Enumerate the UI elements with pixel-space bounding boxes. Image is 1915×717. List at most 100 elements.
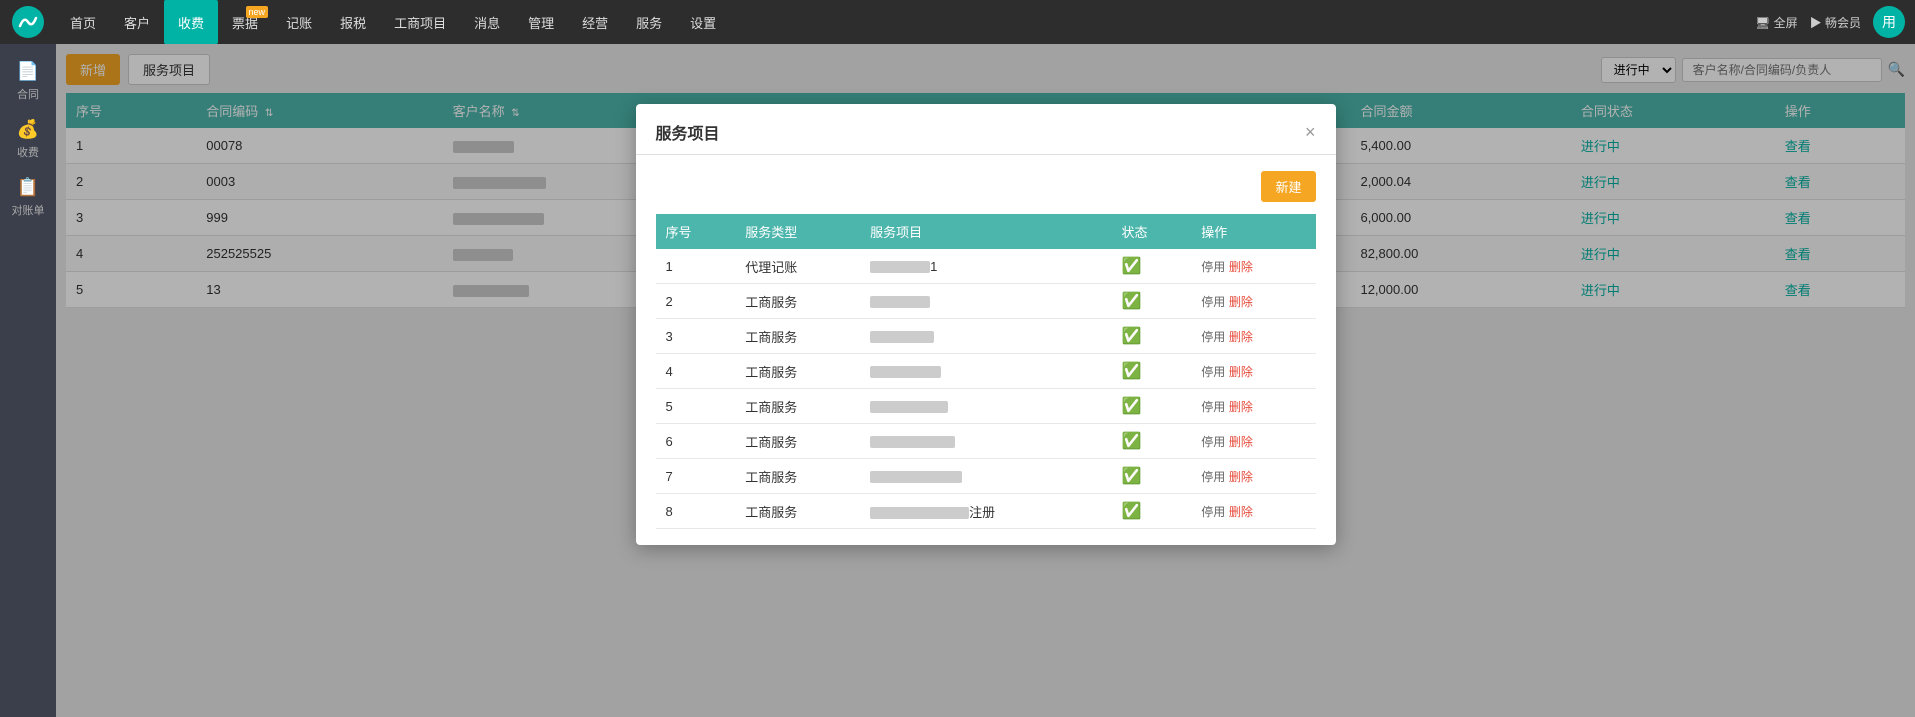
- modal-close-button[interactable]: ×: [1305, 122, 1316, 143]
- nav-invoice[interactable]: 票据 new: [218, 0, 272, 44]
- status-check-icon: ✅: [1121, 503, 1141, 520]
- modal-cell-action: 停用 删除: [1191, 319, 1315, 354]
- app-logo: [10, 4, 46, 40]
- modal-cell-status: ✅: [1111, 249, 1191, 284]
- modal-cell-status: ✅: [1111, 354, 1191, 389]
- statement-icon: 📋: [17, 177, 39, 198]
- modal-col-status: 状态: [1111, 214, 1191, 249]
- modal-cell-action: 停用 删除: [1191, 389, 1315, 424]
- delete-button[interactable]: 删除: [1229, 258, 1253, 275]
- avatar[interactable]: 用: [1873, 6, 1905, 38]
- modal-title: 服务项目: [656, 120, 720, 144]
- modal-col-action: 操作: [1191, 214, 1315, 249]
- modal-overlay: 服务项目 × 新建 序号 服务类型 服务项目: [56, 44, 1915, 717]
- modal-cell-item: 注册: [860, 494, 1111, 529]
- stop-button[interactable]: 停用: [1201, 363, 1225, 380]
- main-content: 新增 服务项目 进行中 🔍 序号 合同编码 ⇅ 客户名称 ⇅: [56, 44, 1915, 717]
- modal-cell-item: [860, 284, 1111, 319]
- sidebar: 📄 合同 💰 收费 📋 对账单: [0, 44, 56, 717]
- nav-manage[interactable]: 管理: [514, 0, 568, 44]
- nav-business[interactable]: 工商项目: [380, 0, 460, 44]
- modal-cell-seq: 7: [656, 459, 736, 494]
- app-body: 📄 合同 💰 收费 📋 对账单 新增 服务项目 进行中 🔍: [0, 44, 1915, 717]
- stop-button[interactable]: 停用: [1201, 258, 1225, 275]
- modal-cell-type: 工商服务: [735, 284, 860, 319]
- charge-icon: 💰: [17, 119, 39, 140]
- top-nav: 首页 客户 收费 票据 new 记账 报税 工商项目 消息 管理 经营 服务 设…: [0, 0, 1915, 44]
- modal-cell-seq: 1: [656, 249, 736, 284]
- nav-customer[interactable]: 客户: [110, 0, 164, 44]
- modal-cell-seq: 4: [656, 354, 736, 389]
- modal-header: 服务项目 ×: [636, 104, 1336, 155]
- delete-button[interactable]: 删除: [1229, 503, 1253, 520]
- sidebar-item-statement[interactable]: 📋 对账单: [3, 170, 53, 224]
- modal-cell-type: 工商服务: [735, 424, 860, 459]
- modal-cell-status: ✅: [1111, 319, 1191, 354]
- list-item: 5工商服务 ✅ 停用 删除: [656, 389, 1316, 424]
- delete-button[interactable]: 删除: [1229, 398, 1253, 415]
- delete-button[interactable]: 删除: [1229, 328, 1253, 345]
- modal-cell-type: 工商服务: [735, 319, 860, 354]
- modal-cell-status: ✅: [1111, 459, 1191, 494]
- nav-settings[interactable]: 设置: [676, 0, 730, 44]
- modal-body: 新建 序号 服务类型 服务项目 状态 操作: [636, 155, 1336, 545]
- nav-operation[interactable]: 经营: [568, 0, 622, 44]
- sidebar-item-contract[interactable]: 📄 合同: [3, 54, 53, 108]
- status-check-icon: ✅: [1121, 398, 1141, 415]
- delete-button[interactable]: 删除: [1229, 293, 1253, 310]
- stop-button[interactable]: 停用: [1201, 293, 1225, 310]
- modal-col-seq: 序号: [656, 214, 736, 249]
- modal-cell-type: 工商服务: [735, 459, 860, 494]
- nav-message[interactable]: 消息: [460, 0, 514, 44]
- status-check-icon: ✅: [1121, 293, 1141, 310]
- modal-cell-type: 工商服务: [735, 389, 860, 424]
- modal-cell-seq: 8: [656, 494, 736, 529]
- sidebar-label-charge: 收费: [17, 144, 39, 160]
- list-item: 7工商服务 ✅ 停用 删除: [656, 459, 1316, 494]
- modal-new-button[interactable]: 新建: [1261, 171, 1315, 202]
- status-check-icon: ✅: [1121, 468, 1141, 485]
- stop-button[interactable]: 停用: [1201, 328, 1225, 345]
- modal-table-wrapper: 序号 服务类型 服务项目 状态 操作 1代理记账1✅停用 删除2工商服务✅停用 …: [656, 214, 1316, 529]
- stop-button[interactable]: 停用: [1201, 468, 1225, 485]
- nav-bookkeeping[interactable]: 记账: [272, 0, 326, 44]
- modal-cell-action: 停用 删除: [1191, 494, 1315, 529]
- modal-cell-seq: 2: [656, 284, 736, 319]
- modal-cell-type: 代理记账: [735, 249, 860, 284]
- nav-home[interactable]: 首页: [56, 0, 110, 44]
- modal-cell-seq: 5: [656, 389, 736, 424]
- stop-button[interactable]: 停用: [1201, 398, 1225, 415]
- modal-cell-type: 工商服务: [735, 354, 860, 389]
- modal-cell-status: ✅: [1111, 494, 1191, 529]
- top-nav-right: 🖥 全屏 ▶ 畅会员 用: [1755, 6, 1905, 38]
- nav-charge[interactable]: 收费: [164, 0, 218, 44]
- modal-toolbar: 新建: [656, 171, 1316, 202]
- modal-cell-action: 停用 删除: [1191, 424, 1315, 459]
- status-check-icon: ✅: [1121, 363, 1141, 380]
- modal-col-item: 服务项目: [860, 214, 1111, 249]
- new-badge: new: [246, 6, 269, 18]
- modal-cell-item: [860, 459, 1111, 494]
- modal-cell-item: [860, 389, 1111, 424]
- modal-cell-status: ✅: [1111, 424, 1191, 459]
- member-link[interactable]: ▶ 畅会员: [1810, 14, 1861, 31]
- fullscreen-link[interactable]: 🖥 全屏: [1755, 14, 1798, 31]
- modal-col-type: 服务类型: [735, 214, 860, 249]
- modal-cell-type: 工商服务: [735, 494, 860, 529]
- stop-button[interactable]: 停用: [1201, 433, 1225, 450]
- modal-cell-seq: 6: [656, 424, 736, 459]
- delete-button[interactable]: 删除: [1229, 363, 1253, 380]
- list-item: 4工商服务 ✅ 停用 删除: [656, 354, 1316, 389]
- service-table: 序号 服务类型 服务项目 状态 操作 1代理记账1✅停用 删除2工商服务✅停用 …: [656, 214, 1316, 529]
- status-check-icon: ✅: [1121, 328, 1141, 345]
- nav-service[interactable]: 服务: [622, 0, 676, 44]
- modal-cell-action: 停用 删除: [1191, 459, 1315, 494]
- stop-button[interactable]: 停用: [1201, 503, 1225, 520]
- sidebar-item-charge[interactable]: 💰 收费: [3, 112, 53, 166]
- delete-button[interactable]: 删除: [1229, 433, 1253, 450]
- modal-cell-item: [860, 354, 1111, 389]
- nav-tax[interactable]: 报税: [326, 0, 380, 44]
- delete-button[interactable]: 删除: [1229, 468, 1253, 485]
- list-item: 6工商服务✅停用 删除: [656, 424, 1316, 459]
- modal-cell-action: 停用 删除: [1191, 284, 1315, 319]
